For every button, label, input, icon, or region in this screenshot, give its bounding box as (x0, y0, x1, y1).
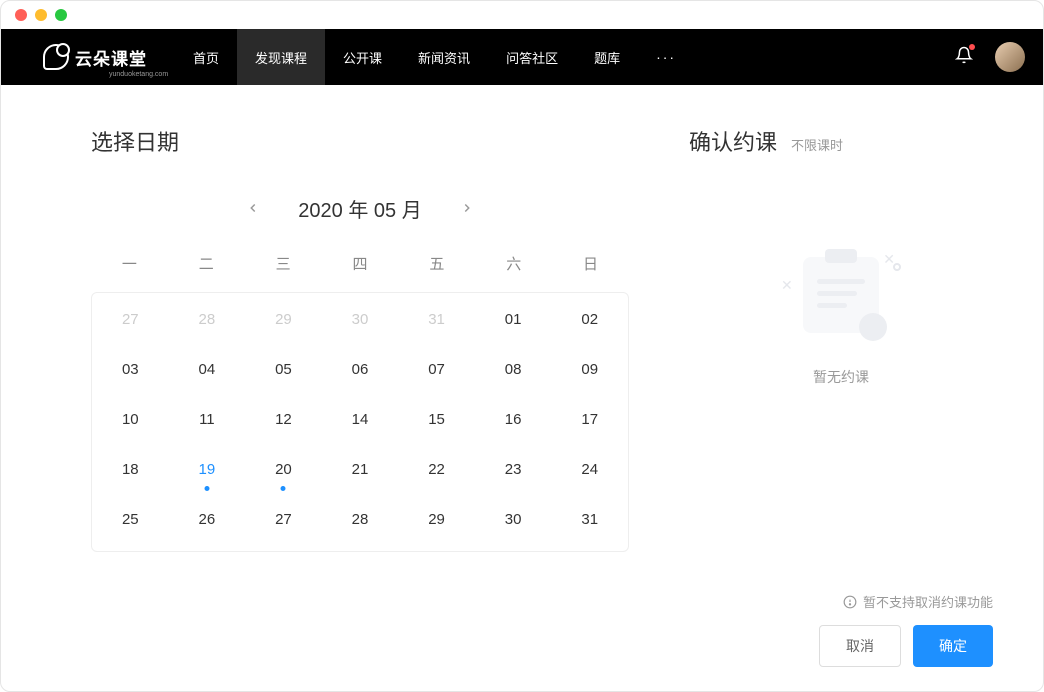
confirm-panel: 确认约课 不限课时 ✕ ✕ 暂无约课 (689, 85, 1043, 692)
weekday-2: 三 (245, 253, 322, 274)
calendar-day[interactable]: 18 (92, 453, 169, 485)
weekday-0: 一 (91, 253, 168, 274)
calendar-day[interactable]: 07 (398, 353, 475, 385)
user-avatar[interactable] (995, 42, 1025, 72)
calendar-day[interactable]: 10 (92, 403, 169, 435)
confirm-header: 确认约课 不限课时 (689, 125, 993, 157)
footer-buttons: 取消 确定 (689, 625, 993, 667)
calendar-day[interactable]: 15 (398, 403, 475, 435)
nav-item-5[interactable]: 题库 (576, 29, 638, 85)
calendar-day[interactable]: 19 (169, 453, 246, 485)
calendar-day[interactable]: 08 (475, 353, 552, 385)
confirm-title: 确认约课 (689, 125, 777, 157)
month-switcher: 2020 年 05 月 (91, 193, 629, 223)
logo[interactable]: 云朵课堂 yunduoketang.com (43, 44, 147, 70)
footer-note: 暂不支持取消约课功能 (689, 592, 993, 611)
calendar-day[interactable]: 11 (169, 403, 246, 435)
nav-item-2[interactable]: 公开课 (325, 29, 400, 85)
chevron-right-icon (460, 201, 474, 215)
date-picker-panel: 选择日期 2020 年 05 月 一二三四五六日 272829303101020… (1, 85, 689, 692)
nav-item-1[interactable]: 发现课程 (237, 29, 325, 85)
notification-dot-icon (969, 44, 975, 50)
calendar-day[interactable]: 22 (398, 453, 475, 485)
confirm-subtitle: 不限课时 (791, 135, 843, 154)
calendar-day[interactable]: 30 (475, 503, 552, 535)
top-navbar: 云朵课堂 yunduoketang.com 首页发现课程公开课新闻资讯问答社区题… (1, 29, 1043, 85)
empty-state: ✕ ✕ 暂无约课 (689, 217, 993, 592)
calendar-day[interactable]: 01 (475, 303, 552, 335)
calendar-day[interactable]: 14 (322, 403, 399, 435)
nav-item-4[interactable]: 问答社区 (488, 29, 576, 85)
logo-subtext: yunduoketang.com (109, 71, 168, 78)
confirm-button[interactable]: 确定 (913, 625, 993, 667)
calendar-day[interactable]: 24 (551, 453, 628, 485)
prev-month-button[interactable] (238, 193, 268, 223)
weekday-4: 五 (398, 253, 475, 274)
calendar-day[interactable]: 26 (169, 503, 246, 535)
weekday-6: 日 (552, 253, 629, 274)
weekday-1: 二 (168, 253, 245, 274)
info-icon (843, 595, 857, 609)
calendar-day[interactable]: 31 (551, 503, 628, 535)
app-window: 云朵课堂 yunduoketang.com 首页发现课程公开课新闻资讯问答社区题… (0, 0, 1044, 692)
logo-text: 云朵课堂 (75, 45, 147, 70)
calendar-day[interactable]: 12 (245, 403, 322, 435)
panel-footer: 暂不支持取消约课功能 取消 确定 (689, 592, 993, 667)
logo-icon (43, 44, 69, 70)
window-maximize-icon[interactable] (55, 9, 67, 21)
nav-right (955, 42, 1025, 72)
days-grid: 2728293031010203040506070809101112141516… (92, 303, 628, 535)
date-section-title: 选择日期 (91, 125, 629, 157)
calendar-day[interactable]: 27 (245, 503, 322, 535)
calendar-day[interactable]: 04 (169, 353, 246, 385)
window-titlebar (1, 1, 1043, 29)
logo-text-wrap: 云朵课堂 yunduoketang.com (75, 45, 147, 70)
empty-text: 暂无约课 (813, 367, 869, 387)
calendar-day[interactable]: 28 (169, 303, 246, 335)
calendar: 一二三四五六日 27282930310102030405060708091011… (91, 253, 629, 552)
footer-note-text: 暂不支持取消约课功能 (863, 592, 993, 611)
calendar-day[interactable]: 27 (92, 303, 169, 335)
calendar-day[interactable]: 21 (322, 453, 399, 485)
nav-items: 首页发现课程公开课新闻资讯问答社区题库 (175, 29, 638, 85)
weekday-header: 一二三四五六日 (91, 253, 629, 274)
days-grid-wrapper: 2728293031010203040506070809101112141516… (91, 292, 629, 552)
calendar-day[interactable]: 29 (398, 503, 475, 535)
nav-item-3[interactable]: 新闻资讯 (400, 29, 488, 85)
nav-more[interactable]: ··· (638, 49, 694, 65)
window-close-icon[interactable] (15, 9, 27, 21)
weekday-3: 四 (322, 253, 399, 274)
notification-bell[interactable] (955, 46, 973, 69)
window-minimize-icon[interactable] (35, 9, 47, 21)
calendar-day[interactable]: 25 (92, 503, 169, 535)
next-month-button[interactable] (452, 193, 482, 223)
calendar-day[interactable]: 17 (551, 403, 628, 435)
weekday-5: 六 (475, 253, 552, 274)
calendar-day[interactable]: 09 (551, 353, 628, 385)
calendar-day[interactable]: 23 (475, 453, 552, 485)
chevron-left-icon (246, 201, 260, 215)
cancel-button[interactable]: 取消 (819, 625, 901, 667)
calendar-day[interactable]: 06 (322, 353, 399, 385)
main-content: 选择日期 2020 年 05 月 一二三四五六日 272829303101020… (1, 85, 1043, 692)
nav-item-0[interactable]: 首页 (175, 29, 237, 85)
calendar-day[interactable]: 05 (245, 353, 322, 385)
calendar-day[interactable]: 31 (398, 303, 475, 335)
calendar-day[interactable]: 30 (322, 303, 399, 335)
calendar-day[interactable]: 03 (92, 353, 169, 385)
calendar-day[interactable]: 02 (551, 303, 628, 335)
empty-illustration-icon: ✕ ✕ (781, 247, 901, 347)
current-month-label: 2020 年 05 月 (298, 194, 421, 223)
calendar-day[interactable]: 16 (475, 403, 552, 435)
calendar-day[interactable]: 20 (245, 453, 322, 485)
calendar-day[interactable]: 28 (322, 503, 399, 535)
calendar-day[interactable]: 29 (245, 303, 322, 335)
